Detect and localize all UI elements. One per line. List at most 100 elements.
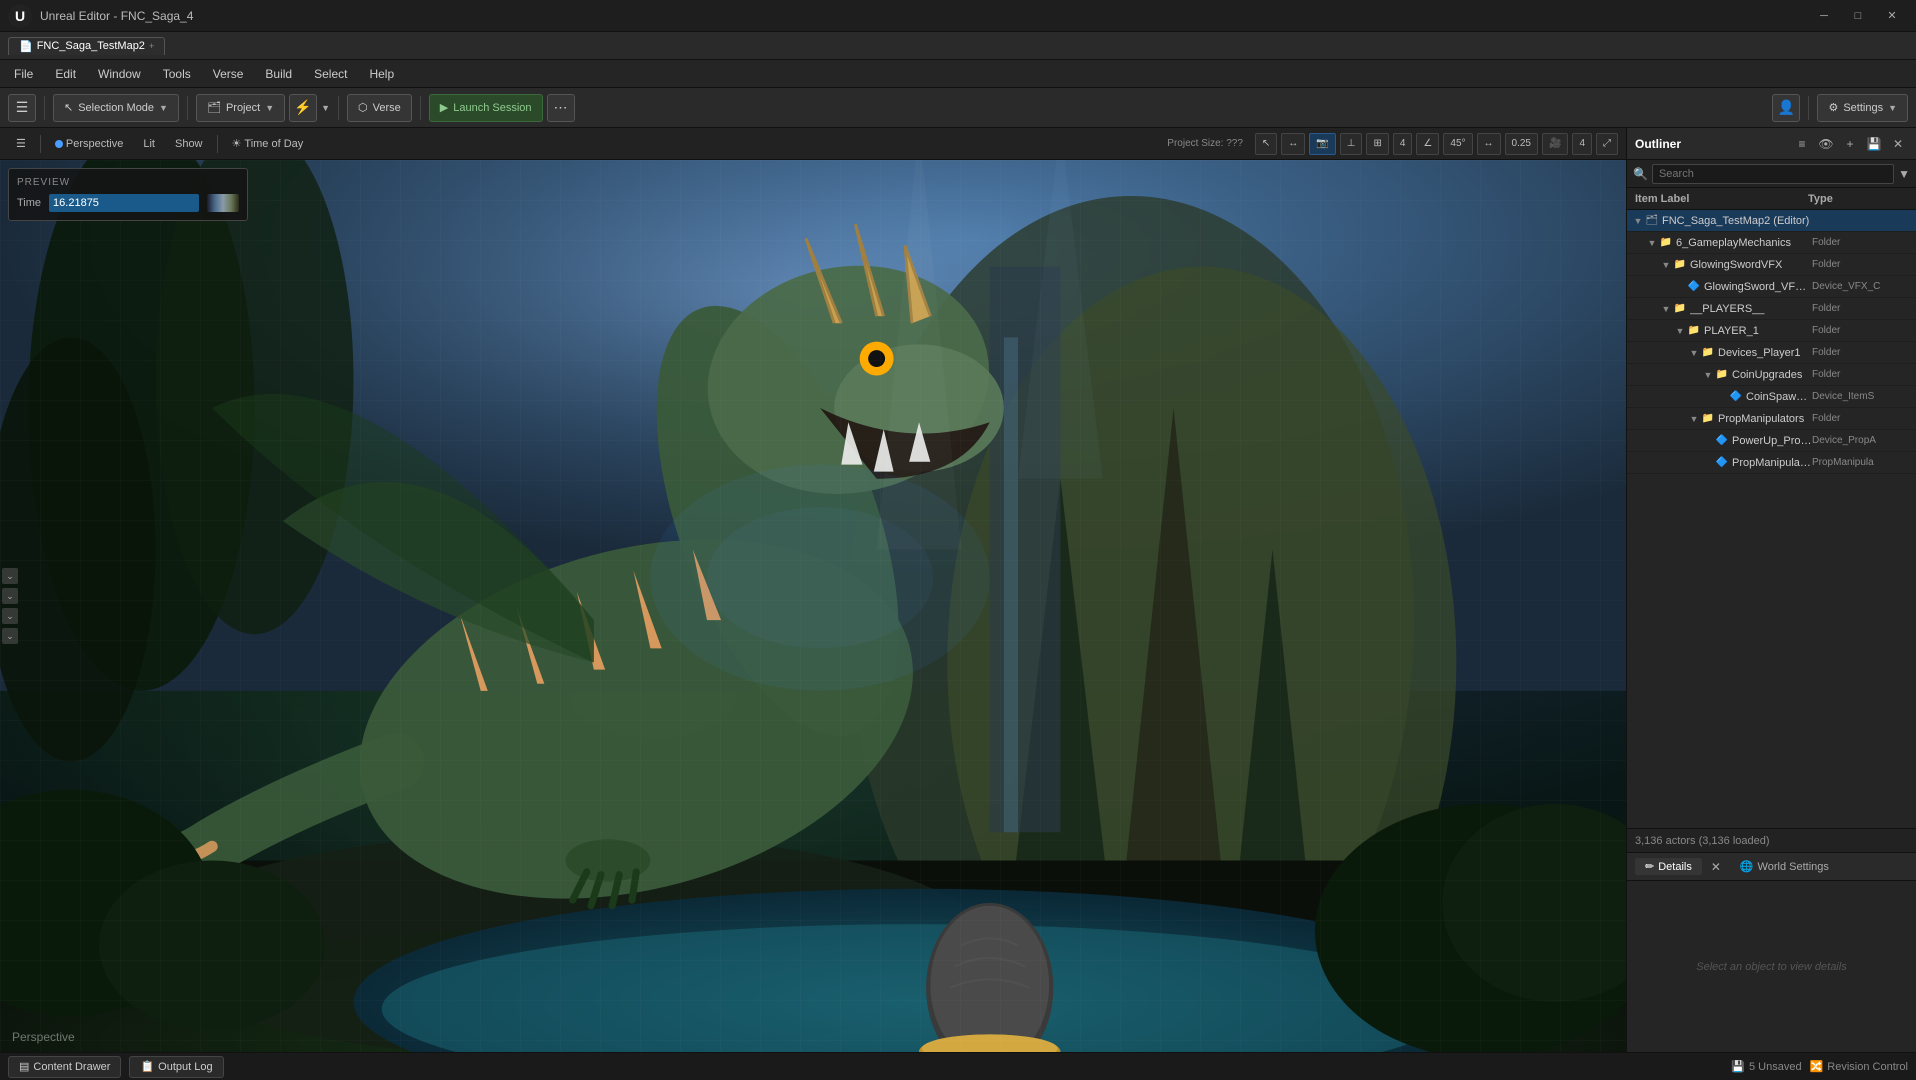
tree-expand-icon[interactable]: ▼ [1687,346,1701,360]
menu-build[interactable]: Build [255,65,302,83]
menu-verse[interactable]: Verse [203,65,254,83]
settings-label: Settings [1843,102,1883,114]
tree-expand-icon[interactable] [1715,390,1729,404]
maximize-btn[interactable]: ⤢ [1596,133,1618,155]
user-button[interactable]: 👤 [1772,94,1800,122]
output-log-icon: 📋 [140,1060,154,1073]
tree-item[interactable]: ▼ 📁 6_GameplayMechanics Folder [1627,232,1916,254]
edge-icon-1[interactable]: ⌄ [2,568,18,584]
tree-item-icon: 📁 [1673,258,1687,272]
tree-item-icon: 📁 [1659,236,1673,250]
verse-button[interactable]: ⬡ Verse [347,94,412,122]
revision-control-info[interactable]: 🔀 Revision Control [1810,1060,1908,1073]
camera-speed-value[interactable]: 4 [1572,133,1592,155]
outliner-filter-button[interactable]: ≡ [1792,134,1812,154]
outliner-add-icon: + [1846,137,1853,151]
map-tab[interactable]: 📄 FNC_Saga_TestMap2 + [8,37,165,55]
tree-expand-icon[interactable]: ▼ [1659,258,1673,272]
show-button[interactable]: Show [167,133,211,155]
tree-expand-icon[interactable] [1701,456,1715,470]
col-type: Type [1808,193,1908,205]
time-gradient[interactable] [207,194,239,212]
tree-expand-icon[interactable]: ▼ [1687,412,1701,426]
tree-item[interactable]: 🔷 GlowingSword_VFX Cre Device_VFX_C [1627,276,1916,298]
camera-speed-btn[interactable]: 🎥 [1542,133,1568,155]
grid-value[interactable]: 4 [1393,133,1413,155]
more-options-button[interactable]: ⋯ [547,94,575,122]
tree-item[interactable]: ▼ 📁 Devices_Player1 Folder [1627,342,1916,364]
translate-btn[interactable]: ↔ [1281,133,1305,155]
content-drawer-button[interactable]: ▤ Content Drawer [8,1056,121,1078]
outliner-save-button[interactable]: 💾 [1864,134,1884,154]
grid-btn[interactable]: ⊞ [1366,133,1388,155]
tree-item[interactable]: ▼ 📁 PLAYER_1 Folder [1627,320,1916,342]
menu-tools[interactable]: Tools [153,65,201,83]
tree-expand-icon[interactable]: ▼ [1631,214,1645,228]
tree-item-icon: 🔷 [1729,390,1743,404]
tree-item-label: PLAYER_1 [1704,325,1812,337]
angle-btn[interactable]: ∠ [1416,133,1439,155]
tree-expand-icon[interactable] [1701,434,1715,448]
hamburger-button[interactable]: ☰ [8,94,36,122]
tree-expand-icon[interactable]: ▼ [1659,302,1673,316]
select-mode-btn[interactable]: ↖ [1255,133,1277,155]
details-close-icon: ✕ [1711,860,1721,874]
outliner-close-button[interactable]: ✕ [1888,134,1908,154]
perspective-button[interactable]: Perspective [47,133,131,155]
tree-expand-icon[interactable] [1673,280,1687,294]
details-tab[interactable]: ✏ Details [1635,858,1702,875]
time-of-day-button[interactable]: ☀ Time of Day [224,133,312,155]
minimize-button[interactable]: ─ [1808,6,1840,26]
close-button[interactable]: ✕ [1876,6,1908,26]
world-settings-tab[interactable]: 🌐 World Settings [1730,858,1839,875]
verse-label: Verse [373,102,401,114]
viewport-right-controls: Project Size: ??? ↖ ↔ 📷 ⊥ ⊞ 4 ∠ 45° ↔ 0.… [1167,133,1618,155]
scale-btn[interactable]: ↔ [1477,133,1501,155]
settings-button[interactable]: ⚙ Settings ▼ [1817,94,1908,122]
tree-expand-icon[interactable]: ▼ [1645,236,1659,250]
lit-button[interactable]: Lit [135,133,163,155]
viewport-canvas[interactable]: PREVIEW Time ⌄ ⌄ ⌄ ⌄ Perspective [0,160,1626,1052]
tree-item[interactable]: 🔷 PropManipulationGan PropManipula [1627,452,1916,474]
menu-window[interactable]: Window [88,65,151,83]
tree-item[interactable]: 🔷 PowerUp_PropManipula Device_PropA [1627,430,1916,452]
tree-item[interactable]: ▼ 📁 __PLAYERS__ Folder [1627,298,1916,320]
edge-icon-4[interactable]: ⌄ [2,628,18,644]
tree-item[interactable]: ▼ 📁 CoinUpgrades Folder [1627,364,1916,386]
viewport-menu-button[interactable]: ☰ [8,133,34,155]
menu-help[interactable]: Help [359,65,404,83]
outliner-search-input[interactable] [1652,164,1894,184]
menu-file[interactable]: File [4,65,43,83]
scale-value[interactable]: 0.25 [1505,133,1538,155]
camera-btn[interactable]: 📷 [1309,133,1335,155]
menu-edit[interactable]: Edit [45,65,86,83]
launch-session-button[interactable]: ▶ Launch Session [429,94,543,122]
outliner-search-dropdown-icon[interactable]: ▼ [1898,167,1910,181]
tab-close-icon[interactable]: + [149,41,154,51]
attractor-button[interactable]: ⚡ [289,94,317,122]
tree-item-label: PropManipulators [1718,413,1812,425]
output-log-button[interactable]: 📋 Output Log [129,1056,223,1078]
tree-expand-icon[interactable]: ▼ [1701,368,1715,382]
edge-icon-3[interactable]: ⌄ [2,608,18,624]
unsaved-info[interactable]: 💾 5 Unsaved [1731,1060,1801,1073]
outliner-eye-button[interactable]: 👁 [1816,134,1836,154]
surface-snap-btn[interactable]: ⊥ [1340,133,1363,155]
tree-item[interactable]: ▼ 📁 PropManipulators Folder [1627,408,1916,430]
tree-expand-icon[interactable]: ▼ [1673,324,1687,338]
edge-icon-2[interactable]: ⌄ [2,588,18,604]
selection-mode-button[interactable]: ↖ Selection Mode ▼ [53,94,179,122]
outliner-tree[interactable]: ▼ 🗂 FNC_Saga_TestMap2 (Editor) ▼ 📁 6_Gam… [1627,210,1916,828]
tree-item[interactable]: ▼ 📁 GlowingSwordVFX Folder [1627,254,1916,276]
details-label: Details [1658,861,1692,873]
maximize-button[interactable]: □ [1842,6,1874,26]
time-input[interactable] [49,194,199,212]
project-button[interactable]: 🗂 Project ▼ [196,94,285,122]
angle-value[interactable]: 45° [1443,133,1472,155]
tree-item[interactable]: ▼ 🗂 FNC_Saga_TestMap2 (Editor) [1627,210,1916,232]
attractor-arrow[interactable]: ▼ [321,103,330,113]
tree-item[interactable]: 🔷 CoinSpawner1Pla Device_ItemS [1627,386,1916,408]
outliner-add-button[interactable]: + [1840,134,1860,154]
menu-select[interactable]: Select [304,65,357,83]
details-close-button[interactable]: ✕ [1706,857,1726,877]
